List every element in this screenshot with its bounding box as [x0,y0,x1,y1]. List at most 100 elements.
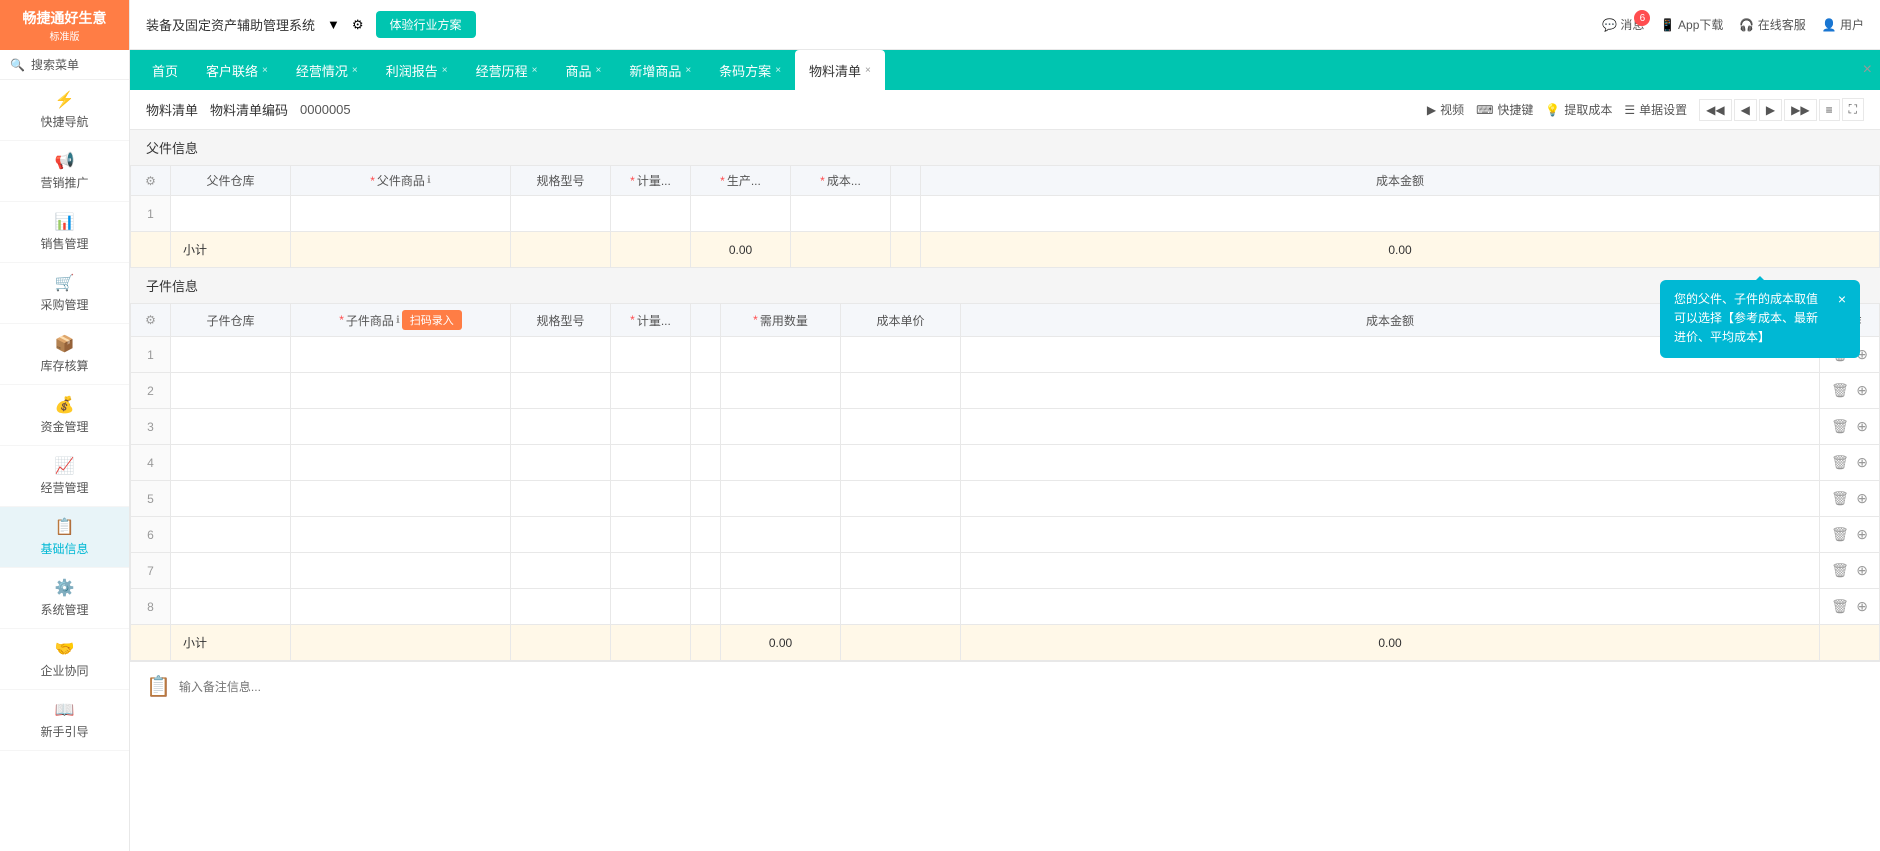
child-spec-cell-6[interactable] [511,517,611,553]
child-measure-cell-4[interactable] [611,445,691,481]
child-qty-cell-5[interactable] [721,481,841,517]
child-warehouse-cell-8[interactable] [171,589,291,625]
child-measure-cell-8[interactable] [611,589,691,625]
tab-barcode[interactable]: 条码方案 × [705,50,795,90]
child-measure-cell-2[interactable] [611,373,691,409]
tab-new-product-close[interactable]: × [685,65,691,76]
child-unit-cost-cell-1[interactable] [841,337,961,373]
sidebar-item-operations[interactable]: 📈 经营管理 [0,446,129,507]
delete-btn-4[interactable]: 🗑 [1829,452,1851,473]
child-unit-cost-cell-7[interactable] [841,553,961,589]
child-qty-cell-6[interactable] [721,517,841,553]
nav-prev-first[interactable]: ◀◀ [1699,99,1731,121]
sidebar-item-finance[interactable]: 💰 资金管理 [0,385,129,446]
copy-btn-4[interactable]: ⊕ [1854,452,1870,473]
child-measure-cell-1[interactable] [611,337,691,373]
child-product-info-icon[interactable]: ℹ [396,315,400,326]
tooltip-close-btn[interactable]: × [1838,288,1846,310]
child-unit-cost-cell-8[interactable] [841,589,961,625]
child-qty-cell-4[interactable] [721,445,841,481]
delete-btn-8[interactable]: 🗑 [1829,596,1851,617]
child-spec-cell-1[interactable] [511,337,611,373]
shortcut-action[interactable]: ⌨ 快捷键 [1476,101,1533,118]
parent-measure-cell[interactable] [611,196,691,232]
nav-next[interactable]: ▶ [1759,99,1782,121]
copy-btn-8[interactable]: ⊕ [1854,596,1870,617]
child-spec-cell-4[interactable] [511,445,611,481]
delete-btn-5[interactable]: 🗑 [1829,488,1851,509]
parent-produce-cell[interactable] [691,196,791,232]
child-warehouse-cell-1[interactable] [171,337,291,373]
child-col-settings[interactable]: ⚙ [131,304,171,337]
sidebar-item-system[interactable]: ⚙️ 系统管理 [0,568,129,629]
child-product-cell-7[interactable] [291,553,511,589]
child-unit-cost-cell-6[interactable] [841,517,961,553]
child-product-cell-3[interactable] [291,409,511,445]
copy-btn-5[interactable]: ⊕ [1854,488,1870,509]
child-qty-cell-2[interactable] [721,373,841,409]
child-warehouse-cell-3[interactable] [171,409,291,445]
sidebar-search[interactable]: 🔍 搜索菜单 [0,50,129,80]
parent-spec-cell[interactable] [511,196,611,232]
child-warehouse-cell-5[interactable] [171,481,291,517]
copy-btn-7[interactable]: ⊕ [1854,560,1870,581]
tab-product-close[interactable]: × [595,65,601,76]
tab-home[interactable]: 首页 [138,50,192,90]
tab-customer-close[interactable]: × [262,65,268,76]
remark-input[interactable] [179,680,1864,694]
child-spec-cell-7[interactable] [511,553,611,589]
sidebar-item-inventory[interactable]: 📦 库存核算 [0,324,129,385]
tab-customer[interactable]: 客户联络 × [192,50,282,90]
child-measure-cell-3[interactable] [611,409,691,445]
child-qty-cell-8[interactable] [721,589,841,625]
child-warehouse-cell-7[interactable] [171,553,291,589]
delete-btn-7[interactable]: 🗑 [1829,560,1851,581]
settings-icon[interactable]: ⚙ [352,17,364,33]
child-spec-cell-2[interactable] [511,373,611,409]
child-measure-cell-7[interactable] [611,553,691,589]
tab-operations-status[interactable]: 经营情况 × [282,50,372,90]
message-btn[interactable]: 💬 消息 6 [1602,16,1644,33]
child-spec-cell-8[interactable] [511,589,611,625]
sidebar-item-marketing[interactable]: 📢 营销推广 [0,141,129,202]
online-service-btn[interactable]: 🎧 在线客服 [1739,16,1805,33]
child-product-cell-2[interactable] [291,373,511,409]
nav-next-last[interactable]: ▶▶ [1784,99,1816,121]
delete-btn-2[interactable]: 🗑 [1829,380,1851,401]
scan-button[interactable]: 扫码录入 [402,310,462,330]
nav-list[interactable]: ≡ [1819,99,1840,121]
tab-product[interactable]: 商品 × [551,50,615,90]
child-warehouse-cell-4[interactable] [171,445,291,481]
single-settings-action[interactable]: ☰ 单据设置 [1624,101,1687,118]
child-product-cell-6[interactable] [291,517,511,553]
tab-ops-close[interactable]: × [352,65,358,76]
parent-cost-cell[interactable] [791,196,891,232]
sidebar-item-basic-info[interactable]: 📋 基础信息 [0,507,129,568]
child-product-cell-4[interactable] [291,445,511,481]
nav-prev[interactable]: ◀ [1734,99,1757,121]
tab-profit[interactable]: 利润报告 × [372,50,462,90]
sidebar-item-guide[interactable]: 📖 新手引导 [0,690,129,751]
child-qty-cell-7[interactable] [721,553,841,589]
tab-history-close[interactable]: × [532,65,538,76]
tab-history[interactable]: 经营历程 × [462,50,552,90]
child-measure-cell-6[interactable] [611,517,691,553]
child-qty-cell-3[interactable] [721,409,841,445]
close-all-icon[interactable]: × [1863,61,1872,79]
child-qty-cell-1[interactable] [721,337,841,373]
breadcrumb-bom[interactable]: 物料清单 [146,100,198,119]
child-product-cell-1[interactable] [291,337,511,373]
experience-btn[interactable]: 体验行业方案 [376,11,476,38]
child-unit-cost-cell-2[interactable] [841,373,961,409]
sidebar-item-purchase[interactable]: 🛒 采购管理 [0,263,129,324]
child-product-cell-8[interactable] [291,589,511,625]
delete-btn-3[interactable]: 🗑 [1829,416,1851,437]
parent-product-cell[interactable] [291,196,511,232]
app-download-btn[interactable]: 📱 App下载 [1660,16,1723,33]
child-spec-cell-5[interactable] [511,481,611,517]
parent-warehouse-cell[interactable] [171,196,291,232]
child-warehouse-cell-2[interactable] [171,373,291,409]
copy-btn-3[interactable]: ⊕ [1854,416,1870,437]
child-unit-cost-cell-3[interactable] [841,409,961,445]
tab-bom-close[interactable]: × [865,65,871,76]
